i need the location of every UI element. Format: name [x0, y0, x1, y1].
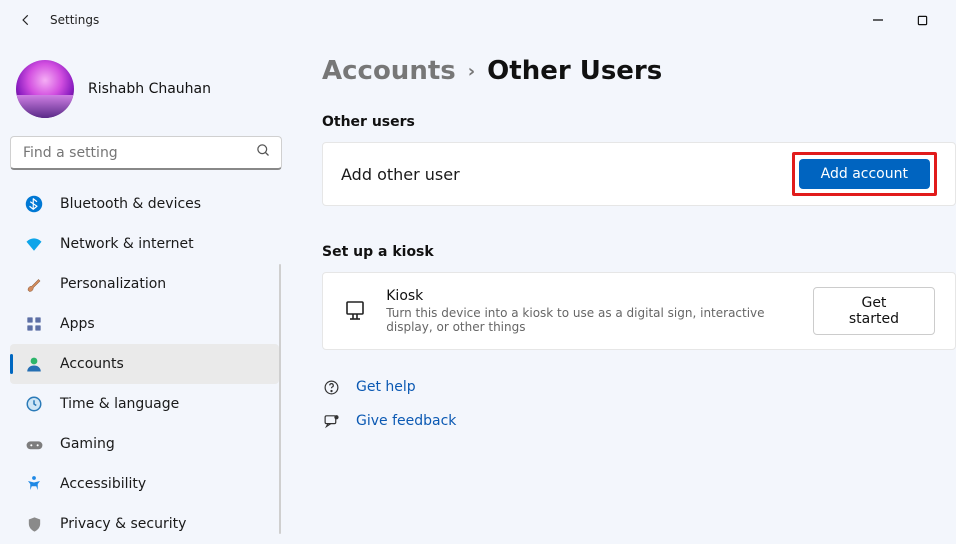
other-users-heading: Other users [322, 114, 956, 130]
apps-icon [24, 314, 44, 334]
sidebar-item-time-language[interactable]: Time & language [10, 384, 279, 424]
accessibility-icon [24, 474, 44, 494]
maximize-button[interactable] [914, 12, 930, 28]
gamepad-icon [24, 434, 44, 454]
sidebar-item-label: Gaming [60, 436, 115, 452]
search-input[interactable] [23, 145, 256, 161]
give-feedback-link[interactable]: Give feedback [356, 413, 456, 429]
back-button[interactable] [12, 6, 40, 34]
breadcrumb-parent[interactable]: Accounts [322, 56, 456, 86]
sidebar-item-label: Accounts [60, 356, 124, 372]
shield-icon [24, 514, 44, 534]
kiosk-row: Kiosk Turn this device into a kiosk to u… [322, 272, 956, 350]
sidebar-item-label: Time & language [60, 396, 179, 412]
kiosk-heading: Set up a kiosk [322, 244, 956, 260]
window-title: Settings [50, 13, 99, 27]
sidebar-item-gaming[interactable]: Gaming [10, 424, 279, 464]
breadcrumb: Accounts › Other Users [322, 56, 956, 86]
help-icon [322, 378, 340, 396]
sidebar-item-label: Privacy & security [60, 516, 186, 532]
sidebar-item-network[interactable]: Network & internet [10, 224, 279, 264]
search-icon [256, 143, 271, 162]
sidebar-item-label: Bluetooth & devices [60, 196, 201, 212]
bluetooth-icon [24, 194, 44, 214]
sidebar-item-accessibility[interactable]: Accessibility [10, 464, 279, 504]
add-account-button[interactable]: Add account [799, 159, 930, 189]
wifi-icon [24, 234, 44, 254]
person-icon [24, 354, 44, 374]
kiosk-icon [341, 297, 368, 325]
sidebar-item-privacy[interactable]: Privacy & security [10, 504, 279, 544]
user-profile[interactable]: Rishabh Chauhan [10, 54, 282, 136]
search-input-wrap[interactable] [10, 136, 282, 170]
sidebar-item-apps[interactable]: Apps [10, 304, 279, 344]
get-started-button[interactable]: Get started [813, 287, 935, 335]
kiosk-title: Kiosk [386, 288, 795, 304]
add-other-user-row: Add other user Add account [322, 142, 956, 206]
clock-icon [24, 394, 44, 414]
user-name: Rishabh Chauhan [88, 81, 211, 97]
sidebar-item-bluetooth[interactable]: Bluetooth & devices [10, 184, 279, 224]
sidebar-item-label: Accessibility [60, 476, 146, 492]
sidebar-item-accounts[interactable]: Accounts [10, 344, 279, 384]
sidebar-item-label: Personalization [60, 276, 166, 292]
add-other-user-label: Add other user [341, 165, 460, 184]
highlight-annotation: Add account [792, 152, 937, 196]
feedback-icon [322, 412, 340, 430]
main-content: Accounts › Other Users Other users Add o… [292, 40, 956, 544]
kiosk-subtitle: Turn this device into a kiosk to use as … [386, 306, 795, 334]
sidebar: Rishabh Chauhan Bluetooth & devices Netw… [0, 40, 292, 544]
chevron-right-icon: › [468, 61, 475, 82]
page-title: Other Users [487, 56, 662, 86]
brush-icon [24, 274, 44, 294]
minimize-button[interactable] [870, 12, 886, 28]
get-help-link[interactable]: Get help [356, 379, 416, 395]
sidebar-item-personalization[interactable]: Personalization [10, 264, 279, 304]
avatar [16, 60, 74, 118]
sidebar-nav: Bluetooth & devices Network & internet P… [10, 184, 282, 544]
sidebar-item-label: Apps [60, 316, 95, 332]
sidebar-item-label: Network & internet [60, 236, 194, 252]
